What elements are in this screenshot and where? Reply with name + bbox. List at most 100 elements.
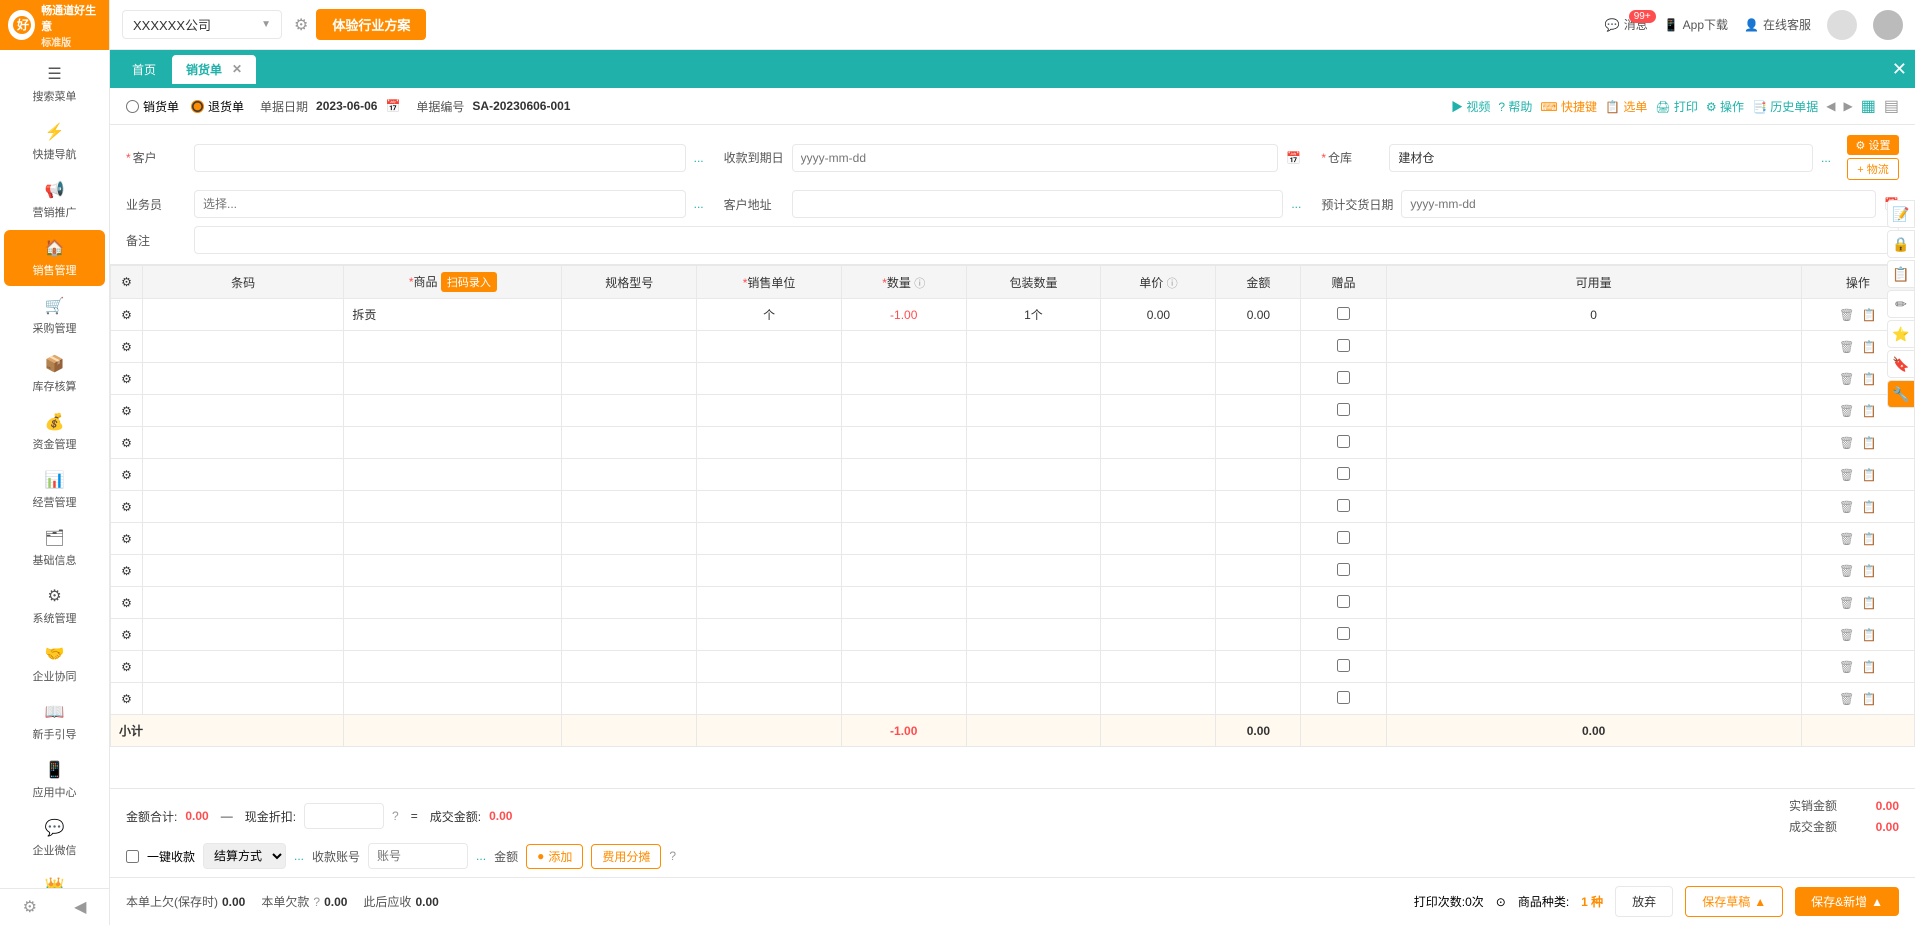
sidebar-item-1[interactable]: ⚡快捷导航 bbox=[4, 114, 105, 170]
row-delete-icon-1[interactable]: 🗑 bbox=[1839, 340, 1854, 354]
save-draft-btn[interactable]: 保存草稿 ▲ bbox=[1685, 886, 1783, 917]
operate-btn[interactable]: ⚙ 操作 bbox=[1706, 98, 1744, 115]
row-unit-5[interactable] bbox=[697, 459, 842, 491]
nav-prev-icon[interactable]: ◀ bbox=[1826, 99, 1835, 113]
row-product-9[interactable] bbox=[344, 587, 562, 619]
row-qty-1[interactable] bbox=[841, 331, 966, 363]
company-selector[interactable]: XXXXXX公司 ▼ bbox=[122, 10, 282, 39]
sidebar-item-5[interactable]: 📦库存核算 bbox=[4, 346, 105, 402]
user-avatar[interactable] bbox=[1827, 10, 1857, 40]
row-qty-4[interactable] bbox=[841, 427, 966, 459]
account-input[interactable] bbox=[368, 843, 468, 869]
barcode-input-12[interactable] bbox=[203, 692, 283, 706]
row-barcode-10[interactable] bbox=[143, 619, 344, 651]
row-pkg-qty-8[interactable] bbox=[966, 555, 1101, 587]
row-unit-2[interactable] bbox=[697, 363, 842, 395]
row-copy-icon-9[interactable]: 📋 bbox=[1862, 596, 1877, 610]
row-gift-11[interactable] bbox=[1301, 651, 1386, 683]
warehouse-input[interactable] bbox=[1389, 144, 1813, 172]
sidebar-item-4[interactable]: 🛒采购管理 bbox=[4, 288, 105, 344]
sidebar-item-2[interactable]: 📢营销推广 bbox=[4, 172, 105, 228]
row-amount-2[interactable] bbox=[1216, 363, 1301, 395]
barcode-input-1[interactable] bbox=[203, 340, 283, 354]
row-gear-7[interactable]: ⚙ bbox=[111, 523, 143, 555]
row-qty-6[interactable] bbox=[841, 491, 966, 523]
grid-view-icon[interactable]: ▦ bbox=[1861, 96, 1876, 116]
row-pkg-qty-6[interactable] bbox=[966, 491, 1101, 523]
row-spec-9[interactable] bbox=[562, 587, 697, 619]
gift-checkbox-8[interactable] bbox=[1337, 563, 1350, 576]
row-delete-icon-4[interactable]: 🗑 bbox=[1839, 436, 1854, 450]
gift-checkbox-2[interactable] bbox=[1337, 371, 1350, 384]
customer-input[interactable] bbox=[194, 144, 686, 172]
row-unit-price-4[interactable] bbox=[1101, 427, 1216, 459]
row-pkg-qty-5[interactable] bbox=[966, 459, 1101, 491]
row-gear-6[interactable]: ⚙ bbox=[111, 491, 143, 523]
sidebar-collapse-icon[interactable]: ◀ bbox=[74, 897, 86, 917]
row-product-1[interactable] bbox=[344, 331, 562, 363]
salesperson-input[interactable] bbox=[194, 190, 686, 218]
online-service-btn[interactable]: 👤 在线客服 bbox=[1744, 16, 1811, 33]
tab-home[interactable]: 首页 bbox=[118, 55, 170, 84]
row-gift-5[interactable] bbox=[1301, 459, 1386, 491]
right-float-edit-icon[interactable]: ✏ bbox=[1887, 290, 1915, 318]
row-barcode-2[interactable] bbox=[143, 363, 344, 395]
row-copy-icon-8[interactable]: 📋 bbox=[1862, 564, 1877, 578]
row-product-0[interactable]: 拆贡 bbox=[344, 299, 562, 331]
payment-method-dots[interactable]: ... bbox=[294, 849, 304, 863]
row-qty-9[interactable] bbox=[841, 587, 966, 619]
row-gear-2[interactable]: ⚙ bbox=[111, 363, 143, 395]
row-qty-12[interactable] bbox=[841, 683, 966, 715]
add-btn[interactable]: ● 添加 bbox=[526, 844, 583, 869]
gift-checkbox-1[interactable] bbox=[1337, 339, 1350, 352]
row-spec-12[interactable] bbox=[562, 683, 697, 715]
row-delete-icon-8[interactable]: 🗑 bbox=[1839, 564, 1854, 578]
row-unit-price-9[interactable] bbox=[1101, 587, 1216, 619]
sidebar-settings-icon[interactable]: ⚙ bbox=[23, 897, 37, 917]
settings-btn[interactable]: ⚙ 设置 bbox=[1847, 135, 1899, 155]
message-btn[interactable]: 💬 消息 99+ bbox=[1605, 16, 1648, 33]
row-amount-3[interactable] bbox=[1216, 395, 1301, 427]
row-unit-price-0[interactable]: 0.00 bbox=[1101, 299, 1216, 331]
row-barcode-8[interactable] bbox=[143, 555, 344, 587]
right-float-clipboard-icon[interactable]: 📋 bbox=[1887, 260, 1915, 288]
row-product-12[interactable] bbox=[344, 683, 562, 715]
row-spec-7[interactable] bbox=[562, 523, 697, 555]
due-date-input[interactable] bbox=[792, 144, 1279, 172]
row-spec-1[interactable] bbox=[562, 331, 697, 363]
row-amount-1[interactable] bbox=[1216, 331, 1301, 363]
sidebar-item-3[interactable]: 🏠销售管理 bbox=[4, 230, 105, 286]
row-pkg-qty-10[interactable] bbox=[966, 619, 1101, 651]
row-delete-icon-11[interactable]: 🗑 bbox=[1839, 660, 1854, 674]
radio-return-input[interactable] bbox=[191, 100, 204, 113]
row-unit-1[interactable] bbox=[697, 331, 842, 363]
row-pkg-qty-2[interactable] bbox=[966, 363, 1101, 395]
row-copy-icon-7[interactable]: 📋 bbox=[1862, 532, 1877, 546]
barcode-input-10[interactable] bbox=[203, 628, 283, 642]
customer-address-input[interactable] bbox=[792, 190, 1284, 218]
gift-checkbox-5[interactable] bbox=[1337, 467, 1350, 480]
row-barcode-1[interactable] bbox=[143, 331, 344, 363]
barcode-input-7[interactable] bbox=[203, 532, 283, 546]
row-barcode-12[interactable] bbox=[143, 683, 344, 715]
row-delete-icon-3[interactable]: 🗑 bbox=[1839, 404, 1854, 418]
row-delete-icon-7[interactable]: 🗑 bbox=[1839, 532, 1854, 546]
row-qty-8[interactable] bbox=[841, 555, 966, 587]
row-gear-9[interactable]: ⚙ bbox=[111, 587, 143, 619]
radio-sales-input[interactable] bbox=[126, 100, 139, 113]
salesperson-dots[interactable]: ... bbox=[694, 197, 704, 211]
sidebar-item-12[interactable]: 📱应用中心 bbox=[4, 752, 105, 808]
row-delete-icon-9[interactable]: 🗑 bbox=[1839, 596, 1854, 610]
barcode-input-11[interactable] bbox=[203, 660, 283, 674]
video-btn[interactable]: ▶ 视频 bbox=[1451, 98, 1490, 115]
row-delete-icon-0[interactable]: 🗑 bbox=[1839, 308, 1854, 322]
row-pkg-qty-7[interactable] bbox=[966, 523, 1101, 555]
row-qty-2[interactable] bbox=[841, 363, 966, 395]
gift-checkbox-3[interactable] bbox=[1337, 403, 1350, 416]
history-btn[interactable]: 📑 历史单据 bbox=[1752, 98, 1818, 115]
row-delete-icon-2[interactable]: 🗑 bbox=[1839, 372, 1854, 386]
row-amount-6[interactable] bbox=[1216, 491, 1301, 523]
sidebar-item-6[interactable]: 💰资金管理 bbox=[4, 404, 105, 460]
row-unit-price-12[interactable] bbox=[1101, 683, 1216, 715]
row-amount-4[interactable] bbox=[1216, 427, 1301, 459]
